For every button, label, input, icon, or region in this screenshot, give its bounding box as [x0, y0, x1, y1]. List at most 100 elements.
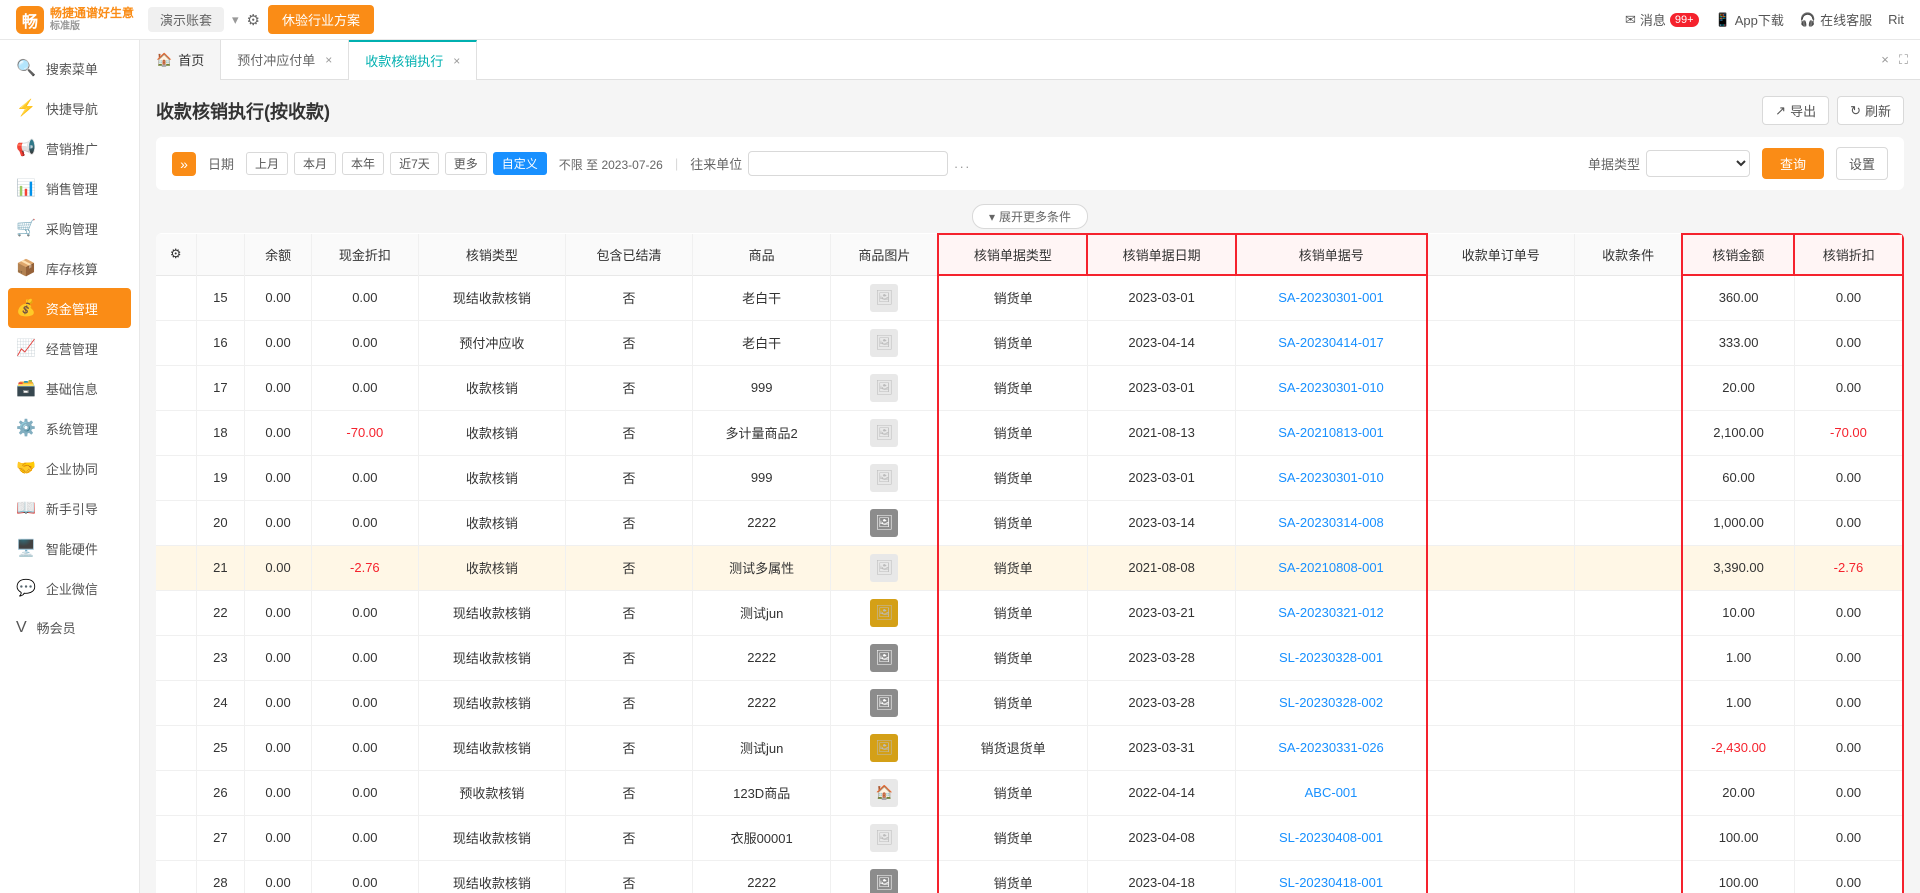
bill-no-link[interactable]: SA-20230331-026 [1278, 740, 1384, 755]
bill-type-select[interactable]: 销货单 销货退货单 [1646, 150, 1750, 177]
cell-type: 收款核销 [418, 545, 565, 590]
bill-no-link[interactable]: ABC-001 [1305, 785, 1358, 800]
chevron-down-icon[interactable]: ▾ [232, 12, 239, 28]
col-order-no: 收款单订单号 [1427, 234, 1575, 275]
sidebar-item-finance[interactable]: 💰 资金管理 [8, 288, 131, 328]
product-image: 🖼 [870, 374, 898, 402]
cell-cash-discount: 0.00 [311, 680, 418, 725]
export-btn[interactable]: ↗ 导出 [1762, 96, 1829, 125]
bill-no-link[interactable]: SL-20230328-002 [1279, 695, 1383, 710]
sidebar-item-search[interactable]: 🔍 搜索菜单 [0, 48, 139, 88]
bill-no-link[interactable]: SA-20230321-012 [1278, 605, 1384, 620]
sidebar-item-member[interactable]: V 畅会员 [0, 608, 139, 647]
cell-bill-type: 销货单 [938, 365, 1087, 410]
cell-type: 现结收款核销 [418, 725, 565, 770]
filter-settings-btn[interactable]: 设置 [1836, 147, 1888, 180]
tab-receipt-close[interactable]: × [453, 54, 460, 68]
product-image: 🖼 [870, 419, 898, 447]
date-more[interactable]: 更多 [445, 152, 487, 175]
sidebar-item-inventory[interactable]: 📦 库存核算 [0, 248, 139, 288]
bill-type-filter: 单据类型 销货单 销货退货单 [1588, 150, 1750, 177]
cell-settings [156, 770, 196, 815]
settings-icon[interactable]: ⚙ [247, 11, 260, 29]
cell-cash-discount: 0.00 [311, 365, 418, 410]
expand-more-btn[interactable]: ▾ 展开更多条件 [972, 204, 1088, 229]
date-this-month[interactable]: 本月 [294, 152, 336, 175]
cell-bill-date: 2023-04-18 [1087, 860, 1236, 893]
col-balance: 余额 [245, 234, 312, 275]
online-service-item[interactable]: 🎧 在线客服 [1800, 10, 1872, 29]
unit-input[interactable] [748, 151, 948, 176]
sidebar-item-operations[interactable]: 📈 经营管理 [0, 328, 139, 368]
cell-bill-type: 销货单 [938, 500, 1087, 545]
table-row: 22 0.00 0.00 现结收款核销 否 测试jun 🖼 销货单 2023-0… [156, 590, 1903, 635]
bill-no-link[interactable]: SA-20230414-017 [1278, 335, 1384, 350]
sidebar-item-guide[interactable]: 📖 新手引导 [0, 488, 139, 528]
sidebar-label-finance: 资金管理 [46, 299, 98, 318]
tab-fullscreen-icon[interactable]: ⛶ [1899, 52, 1908, 68]
bill-no-link[interactable]: SL-20230408-001 [1279, 830, 1383, 845]
bill-no-link[interactable]: SL-20230328-001 [1279, 650, 1383, 665]
cell-cash-discount: 0.00 [311, 500, 418, 545]
export-icon: ↗ [1775, 103, 1786, 119]
sidebar-item-base[interactable]: 🗃️ 基础信息 [0, 368, 139, 408]
tab-prepay[interactable]: 预付冲应付单 × [221, 40, 349, 80]
cell-discount: 0.00 [1794, 725, 1903, 770]
date-filter-label: 日期 [208, 154, 234, 173]
sidebar-label-operations: 经营管理 [46, 339, 98, 358]
bill-no-link[interactable]: SA-20210813-001 [1278, 425, 1384, 440]
cell-product-img: 🖼 [831, 815, 939, 860]
app-download-item[interactable]: 📱 App下载 [1715, 10, 1784, 29]
cell-id: 22 [196, 590, 245, 635]
date-7days[interactable]: 近7天 [390, 152, 439, 175]
col-settings[interactable]: ⚙ [156, 234, 196, 275]
refresh-btn[interactable]: ↻ 刷新 [1837, 96, 1904, 125]
tab-prepay-close[interactable]: × [325, 53, 332, 67]
bill-no-link[interactable]: SA-20230301-010 [1278, 470, 1384, 485]
collab-icon: 🤝 [16, 458, 36, 478]
date-last-month[interactable]: 上月 [246, 152, 288, 175]
cell-discount: 0.00 [1794, 500, 1903, 545]
sidebar-item-hardware[interactable]: 🖥️ 智能硬件 [0, 528, 139, 568]
cell-amount: 100.00 [1682, 815, 1794, 860]
cell-settled: 否 [566, 680, 693, 725]
sidebar-item-marketing[interactable]: 📢 营销推广 [0, 128, 139, 168]
cell-settled: 否 [566, 590, 693, 635]
sidebar-item-system[interactable]: ⚙️ 系统管理 [0, 408, 139, 448]
query-btn[interactable]: 查询 [1762, 148, 1824, 179]
product-image: 🖼 [870, 284, 898, 312]
bill-no-link[interactable]: SA-20230301-010 [1278, 380, 1384, 395]
sidebar-item-sales[interactable]: 📊 销售管理 [0, 168, 139, 208]
cell-id: 24 [196, 680, 245, 725]
date-custom[interactable]: 自定义 [493, 152, 547, 175]
tab-receipt[interactable]: 收款核销执行 × [349, 40, 477, 80]
cell-settings [156, 455, 196, 500]
bill-no-link[interactable]: SA-20230301-001 [1278, 290, 1384, 305]
bill-no-link[interactable]: SA-20210808-001 [1278, 560, 1384, 575]
bill-no-link[interactable]: SA-20230314-008 [1278, 515, 1384, 530]
tab-close-all-icon[interactable]: × [1881, 52, 1889, 67]
user-area[interactable]: Rit [1888, 12, 1904, 27]
sidebar-item-wechat[interactable]: 💬 企业微信 [0, 568, 139, 608]
tab-home[interactable]: 🏠 首页 [140, 40, 221, 80]
company-name[interactable]: 演示账套 [148, 7, 224, 32]
online-service-label: 在线客服 [1820, 10, 1872, 29]
sidebar-item-purchase[interactable]: 🛒 采购管理 [0, 208, 139, 248]
cell-bill-type: 销货单 [938, 680, 1087, 725]
cell-discount: 0.00 [1794, 590, 1903, 635]
bill-no-link[interactable]: SL-20230418-001 [1279, 875, 1383, 890]
cell-cash-discount: -2.76 [311, 545, 418, 590]
chevron-down-icon: ▾ [989, 210, 995, 224]
cell-bill-type: 销货单 [938, 455, 1087, 500]
cell-product: 2222 [693, 680, 831, 725]
cell-amount: 3,390.00 [1682, 545, 1794, 590]
date-this-year[interactable]: 本年 [342, 152, 384, 175]
notifications-item[interactable]: ✉ 消息 99+ [1625, 10, 1699, 29]
cell-balance: 0.00 [245, 320, 312, 365]
col-type: 核销类型 [418, 234, 565, 275]
sidebar-item-quicknav[interactable]: ⚡ 快捷导航 [0, 88, 139, 128]
cell-product-img: 🖼 [831, 275, 939, 320]
industry-btn[interactable]: 休验行业方案 [268, 5, 374, 34]
sidebar-item-collab[interactable]: 🤝 企业协同 [0, 448, 139, 488]
filter-toggle-btn[interactable]: » [172, 152, 196, 176]
